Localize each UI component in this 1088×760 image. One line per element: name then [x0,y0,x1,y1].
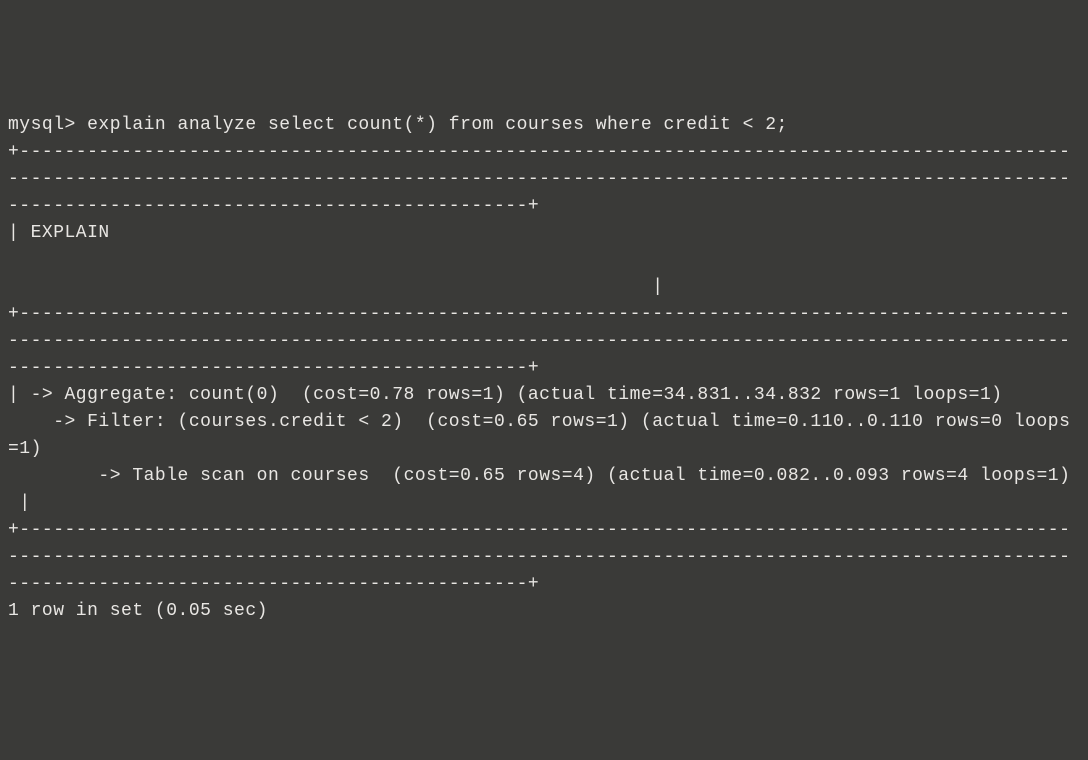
sql-command: explain analyze select count(*) from cou… [87,115,788,135]
plan-end-pipe: | [8,490,1080,517]
plan-tablescan: -> Table scan on courses (cost=0.65 rows… [8,463,1080,490]
header-cell-explain: | EXPLAIN [8,220,1080,247]
mysql-prompt: mysql> [8,115,87,135]
command-line: mysql> explain analyze select count(*) f… [8,112,1080,139]
blank-line [8,247,1080,274]
table-border-mid: +---------------------------------------… [8,301,1080,382]
table-border-bottom: +---------------------------------------… [8,517,1080,598]
table-border-top: +---------------------------------------… [8,139,1080,220]
result-footer: 1 row in set (0.05 sec) [8,598,1080,625]
plan-filter: -> Filter: (courses.credit < 2) (cost=0.… [8,409,1080,463]
plan-aggregate: | -> Aggregate: count(0) (cost=0.78 rows… [8,382,1080,409]
pipe-spacer: | [8,274,1080,301]
mysql-terminal[interactable]: mysql> explain analyze select count(*) f… [8,112,1080,625]
